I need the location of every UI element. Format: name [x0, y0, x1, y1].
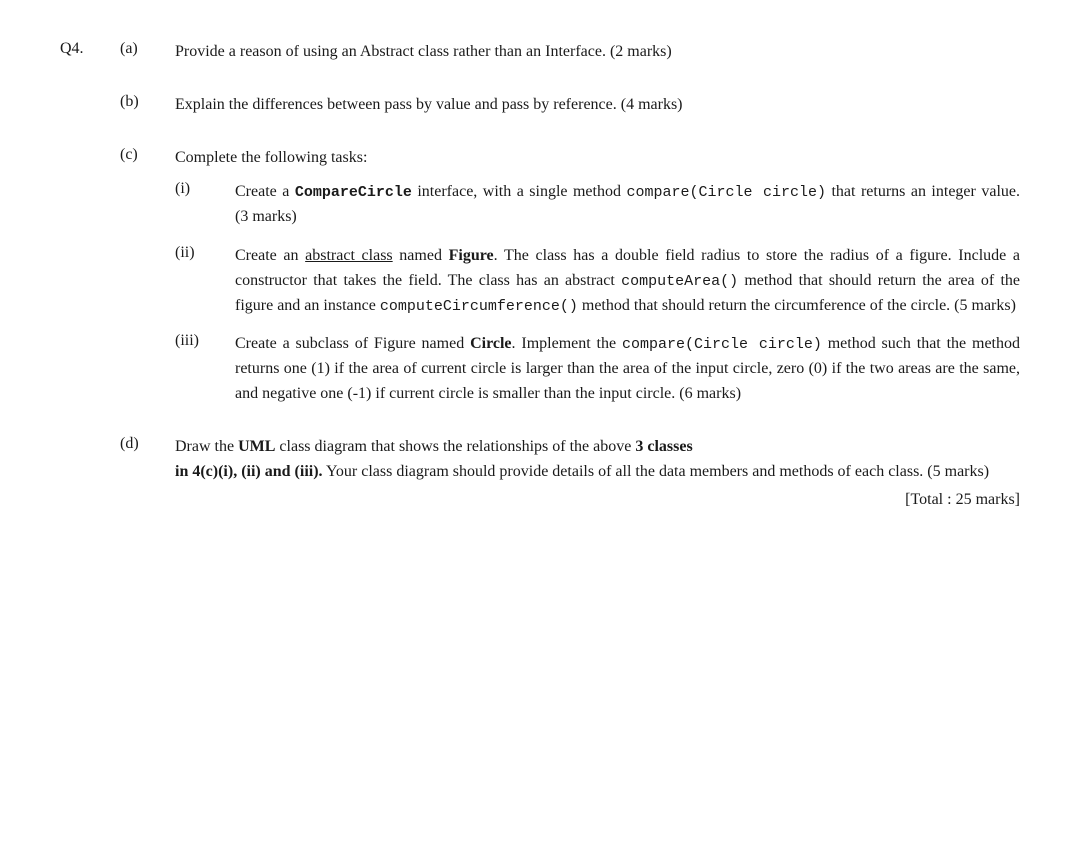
subpart-iii: (iii) Create a subclass of Figure named … [120, 332, 1020, 406]
subpart-i: (i) Create a CompareCircle interface, wi… [120, 180, 1020, 230]
part-c: (c) Complete the following tasks: (i) Cr… [120, 146, 1020, 407]
subpart-ii-text-mid1: named [393, 247, 449, 264]
subpart-iii-content: Create a subclass of Figure named Circle… [235, 332, 1020, 406]
exam-page: Q4. (a) Provide a reason of using an Abs… [60, 40, 1020, 541]
subpart-ii: (ii) Create an abstract class named Figu… [120, 244, 1020, 318]
part-b: (b) Explain the differences between pass… [120, 93, 1020, 118]
part-b-content: Explain the differences between pass by … [175, 93, 1020, 118]
part-d-ref: in 4(c)(i), (ii) and (iii). [175, 463, 323, 480]
total-marks: [Total : 25 marks] [175, 488, 1020, 513]
subpart-i-text-post: that returns an integer value. [826, 183, 1020, 200]
part-d: (d) Draw the UML class diagram that show… [120, 435, 1020, 513]
part-c-intro: Complete the following tasks: [175, 146, 1020, 171]
subpart-i-content: Create a CompareCircle interface, with a… [235, 180, 1020, 230]
part-c-label: (c) [120, 146, 175, 171]
subpart-ii-inner: (ii) Create an abstract class named Figu… [175, 244, 1020, 318]
uml-label: UML [238, 438, 275, 455]
figure-class-name: Figure [449, 247, 494, 264]
parts-wrapper: (a) Provide a reason of using an Abstrac… [120, 40, 1020, 541]
part-d-content: Draw the UML class diagram that shows th… [175, 435, 1020, 513]
subpart-iii-text-pre: Create a subclass of Figure named [235, 335, 470, 352]
part-a-marks: (2 marks) [610, 43, 672, 60]
interface-name: CompareCircle [295, 184, 412, 201]
part-b-text: Explain the differences between pass by … [175, 96, 621, 113]
subpart-ii-spacer [120, 244, 175, 318]
subpart-iii-spacer [120, 332, 175, 406]
subpart-ii-text-mid4: method that should return the circumfere… [578, 297, 954, 314]
abstract-class-label: abstract class [305, 247, 393, 264]
subpart-ii-label: (ii) [175, 244, 235, 318]
compute-circ-method: computeCircumference() [380, 298, 578, 315]
circle-class-name: Circle [470, 335, 511, 352]
subpart-ii-text-pre: Create an [235, 247, 305, 264]
part-d-text-pre: Draw the [175, 438, 238, 455]
subpart-i-text-pre: Create a [235, 183, 295, 200]
subpart-ii-marks: (5 marks) [954, 297, 1016, 314]
part-a-label: (a) [120, 40, 175, 58]
part-d-label: (d) [120, 435, 175, 453]
part-d-text-rest: Your class diagram should provide detail… [323, 463, 990, 480]
subpart-iii-label: (iii) [175, 332, 235, 406]
subpart-i-inner: (i) Create a CompareCircle interface, wi… [175, 180, 1020, 230]
question-number: Q4. [60, 40, 120, 541]
subpart-i-label: (i) [175, 180, 235, 230]
part-b-marks: (4 marks) [621, 96, 683, 113]
part-c-text: Complete the following tasks: [175, 149, 367, 166]
part-a-text: Provide a reason of using an Abstract cl… [175, 43, 610, 60]
compute-area-method: computeArea() [621, 273, 738, 290]
part-a: (a) Provide a reason of using an Abstrac… [120, 40, 1020, 65]
three-classes-label: 3 classes [635, 438, 692, 455]
part-c-header: (c) Complete the following tasks: [120, 146, 1020, 171]
part-b-label: (b) [120, 93, 175, 111]
subpart-i-spacer [120, 180, 175, 230]
subpart-i-text-mid: interface, with a single method [412, 183, 627, 200]
part-d-text-mid: class diagram that shows the relationshi… [275, 438, 635, 455]
subpart-ii-content: Create an abstract class named Figure. T… [235, 244, 1020, 318]
subpart-i-marks: (3 marks) [235, 208, 297, 225]
subpart-iii-inner: (iii) Create a subclass of Figure named … [175, 332, 1020, 406]
method-sig-i: compare(Circle circle) [626, 184, 826, 201]
part-a-content: Provide a reason of using an Abstract cl… [175, 40, 1020, 65]
question-header: Q4. (a) Provide a reason of using an Abs… [60, 40, 1020, 541]
compare-method-iii: compare(Circle circle) [622, 336, 822, 353]
part-d-marks: (5 marks) [927, 463, 989, 480]
subpart-iii-marks: (6 marks) [679, 385, 741, 402]
subpart-iii-text-mid1: . Implement the [512, 335, 622, 352]
